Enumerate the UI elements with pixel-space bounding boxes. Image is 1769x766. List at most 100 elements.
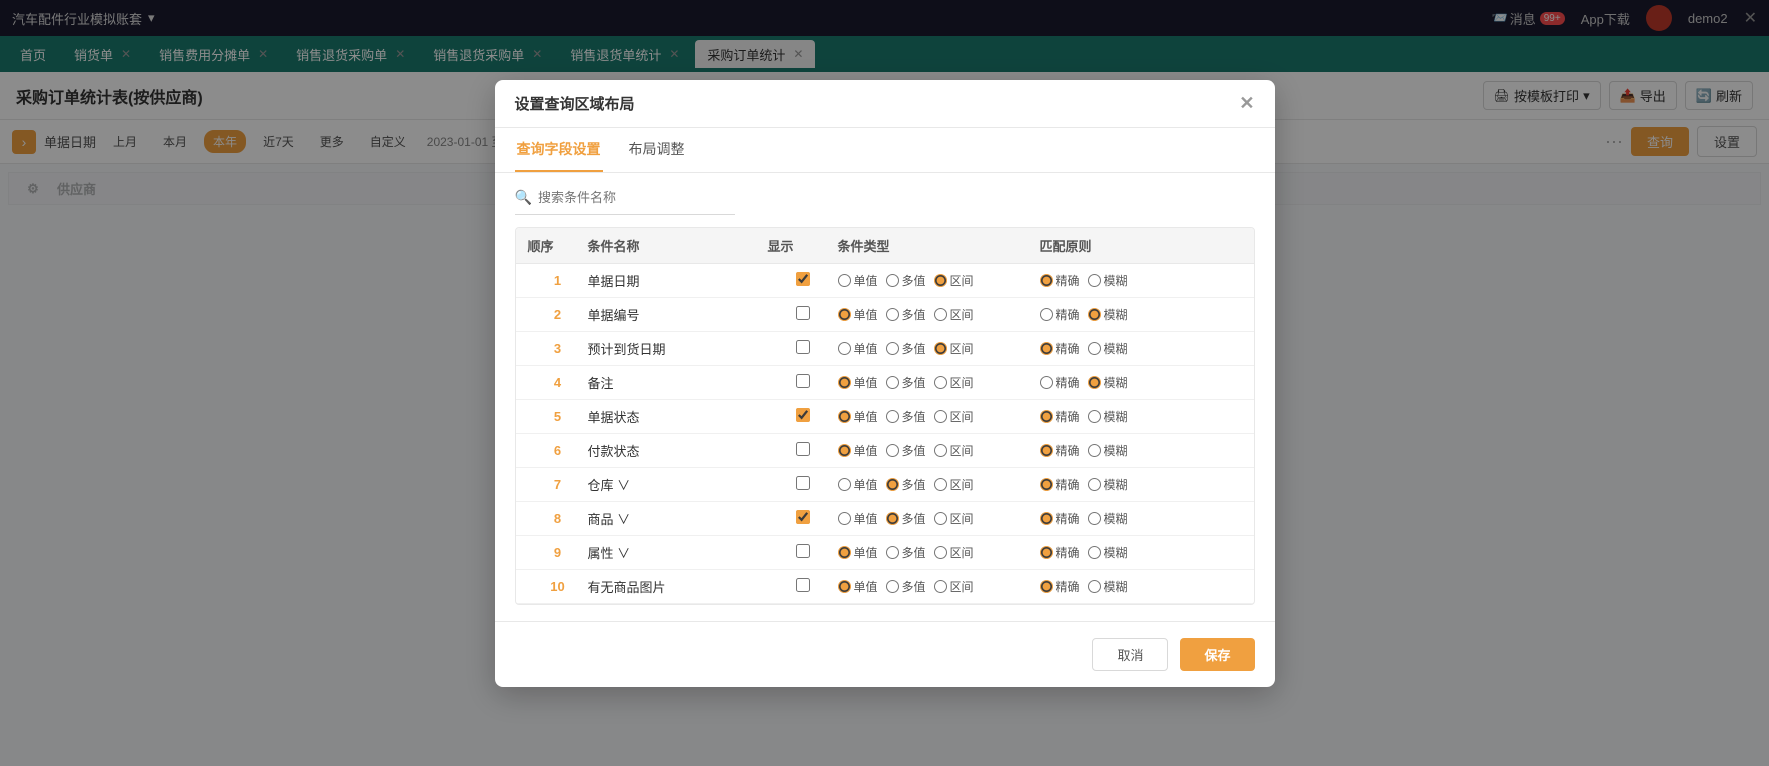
row-display-6[interactable]	[768, 442, 838, 459]
display-checkbox-5[interactable]	[796, 408, 810, 422]
type-single-8[interactable]: 单值	[838, 510, 878, 527]
table-row: 3 预计到货日期 单值 多值 区间 精确	[516, 332, 1254, 366]
type-range-1[interactable]: 区间	[934, 272, 974, 289]
row-display-8[interactable]	[768, 510, 838, 527]
display-checkbox-4[interactable]	[796, 374, 810, 388]
row-display-9[interactable]	[768, 544, 838, 561]
row-type-8: 单值 多值 区间	[838, 510, 1040, 527]
type-multi-8[interactable]: 多值	[886, 510, 926, 527]
match-exact-4[interactable]: 精确	[1040, 374, 1080, 391]
type-range-8[interactable]: 区间	[934, 510, 974, 527]
display-checkbox-2[interactable]	[796, 306, 810, 320]
type-multi-10[interactable]: 多值	[886, 578, 926, 595]
match-exact-1[interactable]: 精确	[1040, 272, 1080, 289]
modal-tab-layout[interactable]: 布局调整	[627, 128, 687, 172]
type-multi-5[interactable]: 多值	[886, 408, 926, 425]
row-match-1: 精确 模糊	[1040, 272, 1242, 289]
col-display: 显示	[768, 236, 838, 255]
display-checkbox-1[interactable]	[796, 272, 810, 286]
search-icon: 🔍	[515, 189, 532, 206]
row-type-1: 单值 多值 区间	[838, 272, 1040, 289]
type-range-3[interactable]: 区间	[934, 340, 974, 357]
col-type: 条件类型	[838, 236, 1040, 255]
match-fuzzy-3[interactable]: 模糊	[1088, 340, 1128, 357]
row-display-7[interactable]	[768, 476, 838, 493]
search-bar: 🔍	[515, 189, 735, 215]
row-display-5[interactable]	[768, 408, 838, 425]
row-type-2: 单值 多值 区间	[838, 306, 1040, 323]
display-checkbox-3[interactable]	[796, 340, 810, 354]
type-range-2[interactable]: 区间	[934, 306, 974, 323]
modal-tab-layout-label: 布局调整	[629, 139, 685, 159]
type-multi-7[interactable]: 多值	[886, 476, 926, 493]
row-order-3: 3	[528, 341, 588, 356]
row-name-4: 备注	[588, 373, 768, 392]
match-fuzzy-7[interactable]: 模糊	[1088, 476, 1128, 493]
match-fuzzy-6[interactable]: 模糊	[1088, 442, 1128, 459]
table-row: 6 付款状态 单值 多值 区间 精确	[516, 434, 1254, 468]
modal-title: 设置查询区域布局	[515, 93, 635, 114]
row-type-5: 单值 多值 区间	[838, 408, 1040, 425]
display-checkbox-7[interactable]	[796, 476, 810, 490]
row-match-6: 精确 模糊	[1040, 442, 1242, 459]
type-single-7[interactable]: 单值	[838, 476, 878, 493]
match-exact-8[interactable]: 精确	[1040, 510, 1080, 527]
cancel-button[interactable]: 取消	[1092, 638, 1168, 671]
modal-close-button[interactable]: ✕	[1239, 93, 1254, 114]
type-single-6[interactable]: 单值	[838, 442, 878, 459]
match-exact-10[interactable]: 精确	[1040, 578, 1080, 595]
display-checkbox-6[interactable]	[796, 442, 810, 456]
match-exact-3[interactable]: 精确	[1040, 340, 1080, 357]
row-display-1[interactable]	[768, 272, 838, 289]
match-exact-9[interactable]: 精确	[1040, 544, 1080, 561]
save-button[interactable]: 保存	[1180, 638, 1254, 671]
type-single-1[interactable]: 单值	[838, 272, 878, 289]
type-multi-2[interactable]: 多值	[886, 306, 926, 323]
match-exact-2[interactable]: 精确	[1040, 306, 1080, 323]
type-single-3[interactable]: 单值	[838, 340, 878, 357]
table-row: 2 单据编号 单值 多值 区间 精确	[516, 298, 1254, 332]
type-multi-9[interactable]: 多值	[886, 544, 926, 561]
display-checkbox-10[interactable]	[796, 578, 810, 592]
type-multi-1[interactable]: 多值	[886, 272, 926, 289]
row-display-3[interactable]	[768, 340, 838, 357]
match-fuzzy-4[interactable]: 模糊	[1088, 374, 1128, 391]
modal-tab-query-fields[interactable]: 查询字段设置	[515, 128, 603, 172]
type-single-9[interactable]: 单值	[838, 544, 878, 561]
match-exact-7[interactable]: 精确	[1040, 476, 1080, 493]
type-single-10[interactable]: 单值	[838, 578, 878, 595]
match-fuzzy-10[interactable]: 模糊	[1088, 578, 1128, 595]
match-fuzzy-8[interactable]: 模糊	[1088, 510, 1128, 527]
match-fuzzy-9[interactable]: 模糊	[1088, 544, 1128, 561]
type-range-4[interactable]: 区间	[934, 374, 974, 391]
display-checkbox-8[interactable]	[796, 510, 810, 524]
row-display-4[interactable]	[768, 374, 838, 391]
row-type-10: 单值 多值 区间	[838, 578, 1040, 595]
match-exact-5[interactable]: 精确	[1040, 408, 1080, 425]
type-range-9[interactable]: 区间	[934, 544, 974, 561]
table-row: 8 商品 ∨ 单值 多值 区间 精确	[516, 502, 1254, 536]
type-multi-3[interactable]: 多值	[886, 340, 926, 357]
row-display-10[interactable]	[768, 578, 838, 595]
type-range-5[interactable]: 区间	[934, 408, 974, 425]
type-multi-4[interactable]: 多值	[886, 374, 926, 391]
type-range-6[interactable]: 区间	[934, 442, 974, 459]
match-exact-6[interactable]: 精确	[1040, 442, 1080, 459]
match-fuzzy-1[interactable]: 模糊	[1088, 272, 1128, 289]
type-range-7[interactable]: 区间	[934, 476, 974, 493]
type-single-4[interactable]: 单值	[838, 374, 878, 391]
conditions-table: 顺序 条件名称 显示 条件类型 匹配原则 1 单据日期 单值	[515, 227, 1255, 605]
type-single-2[interactable]: 单值	[838, 306, 878, 323]
row-match-2: 精确 模糊	[1040, 306, 1242, 323]
row-type-9: 单值 多值 区间	[838, 544, 1040, 561]
type-multi-6[interactable]: 多值	[886, 442, 926, 459]
match-fuzzy-2[interactable]: 模糊	[1088, 306, 1128, 323]
display-checkbox-9[interactable]	[796, 544, 810, 558]
row-match-5: 精确 模糊	[1040, 408, 1242, 425]
match-fuzzy-5[interactable]: 模糊	[1088, 408, 1128, 425]
search-input[interactable]	[538, 190, 735, 205]
row-name-8: 商品 ∨	[588, 509, 768, 528]
type-range-10[interactable]: 区间	[934, 578, 974, 595]
row-display-2[interactable]	[768, 306, 838, 323]
type-single-5[interactable]: 单值	[838, 408, 878, 425]
